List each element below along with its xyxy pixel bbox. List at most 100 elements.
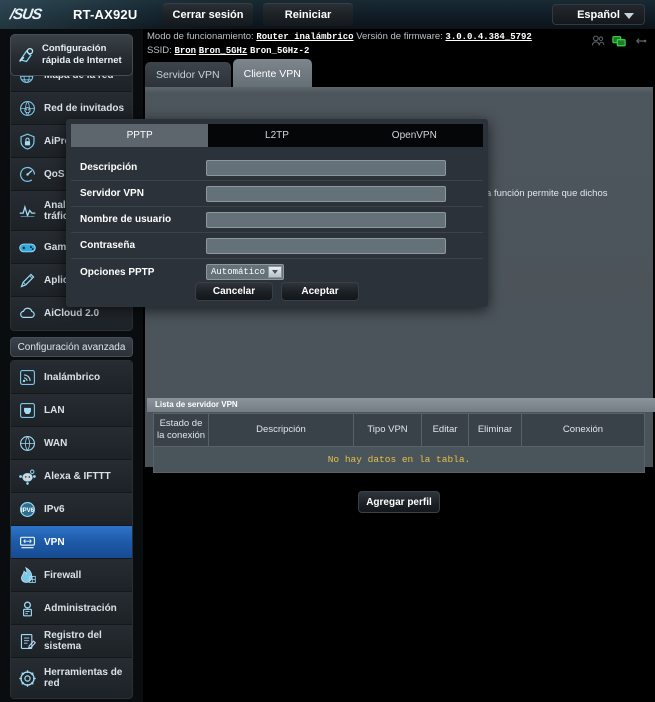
gauge-icon bbox=[20, 166, 36, 182]
firmware-label: Versión de firmware: bbox=[356, 31, 443, 42]
dialog-action-row: Cancelar Aceptar bbox=[66, 282, 488, 301]
form-row-vpn-server: Servidor VPN bbox=[71, 181, 483, 207]
sidebar-item-administration[interactable]: Administración bbox=[11, 592, 132, 625]
label-password: Contraseña bbox=[80, 240, 136, 251]
chevron-down-icon bbox=[624, 13, 634, 19]
network-devices-icon[interactable] bbox=[612, 34, 626, 48]
column-header-vpn-type: Tipo VPN bbox=[354, 414, 422, 446]
guest-network-icon bbox=[20, 100, 35, 116]
operation-mode-label: Modo de funcionamiento: bbox=[147, 31, 254, 42]
sidebar-item-wireless[interactable]: Inalámbrico bbox=[11, 361, 132, 394]
column-header-connection: Conexión bbox=[562, 424, 604, 435]
column-header-description: Descripción bbox=[209, 414, 354, 446]
tab-cliente-vpn[interactable]: Cliente VPN bbox=[232, 59, 312, 88]
sidebar-label: Red de invitados bbox=[44, 102, 125, 114]
info-row-mode: Modo de funcionamiento: Router inalámbri… bbox=[145, 30, 655, 44]
operation-mode-value[interactable]: Router inalámbrico bbox=[256, 32, 353, 42]
sidebar-label: Administración bbox=[44, 602, 117, 614]
vpn-server-list-bar: Lista de servidor VPN bbox=[147, 398, 655, 412]
password-input[interactable] bbox=[206, 237, 446, 254]
modal-tab-l2tp[interactable]: L2TP bbox=[208, 124, 346, 147]
logout-button[interactable]: Cerrar sesión bbox=[163, 3, 253, 26]
sidebar-label: LAN bbox=[44, 404, 65, 416]
label-pptp-options: Opciones PPTP bbox=[80, 266, 155, 278]
pptp-options-select[interactable]: Automático bbox=[206, 264, 284, 280]
svg-text:IPV6: IPV6 bbox=[21, 508, 35, 514]
chevron-down-icon[interactable] bbox=[268, 266, 282, 278]
ssid-value-2[interactable]: Bron_5GHz bbox=[199, 46, 248, 56]
label-vpn-server: Servidor VPN bbox=[80, 188, 144, 199]
usb-apps-icon bbox=[20, 273, 35, 288]
lan-port-icon bbox=[20, 402, 35, 418]
add-profile-button[interactable]: Agregar perfil bbox=[358, 491, 440, 513]
asus-router-admin-ui: /SUS RT-AX92U Cerrar sesión Reiniciar Es… bbox=[0, 0, 655, 702]
usb-icon[interactable] bbox=[633, 34, 647, 48]
table-empty-message: No hay datos en la tabla. bbox=[327, 454, 471, 465]
column-header-connection-state: Estado de la conexión bbox=[154, 414, 209, 446]
column-header-edit: Editar bbox=[422, 414, 469, 446]
sidebar-label: Registro del sistema bbox=[44, 630, 102, 652]
vpn-server-input[interactable] bbox=[206, 185, 446, 202]
label-username: Nombre de usuario bbox=[80, 214, 172, 225]
form-row-username: Nombre de usuario bbox=[71, 207, 483, 233]
sidebar-item-system-log[interactable]: Registro del sistema bbox=[11, 625, 132, 658]
sidebar-label: VPN bbox=[44, 536, 65, 548]
firmware-value[interactable]: 3.0.0.4.384_5792 bbox=[445, 32, 531, 42]
asus-logo: /SUS bbox=[8, 6, 43, 23]
alexa-ifttt-icon bbox=[19, 469, 36, 485]
sidebar-label: AiCloud 2.0 bbox=[44, 308, 100, 319]
ssid-label: SSID: bbox=[147, 45, 172, 56]
modal-tab-openvpn[interactable]: OpenVPN bbox=[345, 124, 483, 147]
pptp-options-value: Automático bbox=[211, 267, 266, 277]
quick-setup-icon bbox=[19, 47, 34, 62]
sidebar-menu-advanced: Inalámbrico LAN WAN Alexa & IFTTT IPV6 I… bbox=[10, 360, 133, 699]
sidebar-item-ipv6[interactable]: IPV6 IPv6 bbox=[11, 493, 132, 526]
sidebar-label: Inalámbrico bbox=[44, 371, 101, 383]
modal-tab-pptp[interactable]: PPTP bbox=[71, 124, 209, 147]
tab-servidor-vpn[interactable]: Servidor VPN bbox=[145, 62, 231, 88]
quick-setup-label: Configuración rápida de Internet bbox=[42, 43, 122, 66]
gamepad-icon bbox=[19, 243, 36, 252]
language-selector[interactable]: Español bbox=[552, 4, 645, 25]
reboot-button[interactable]: Reiniciar bbox=[263, 3, 353, 26]
traffic-analyzer-icon bbox=[19, 204, 36, 218]
add-vpn-profile-dialog: PPTP L2TP OpenVPN Descripción Servidor V… bbox=[66, 119, 488, 307]
quick-internet-setup-button[interactable]: Configuración rápida de Internet bbox=[10, 34, 133, 76]
wifi-icon bbox=[20, 369, 35, 385]
router-model-label: RT-AX92U bbox=[73, 7, 138, 22]
cancel-button[interactable]: Cancelar bbox=[195, 282, 273, 301]
ssid-value-1[interactable]: Bron bbox=[174, 46, 196, 56]
sidebar-item-firewall[interactable]: Firewall bbox=[11, 559, 132, 592]
network-tools-icon bbox=[19, 669, 36, 687]
label-description: Descripción bbox=[80, 162, 138, 173]
system-log-icon bbox=[20, 633, 36, 649]
router-info-strip: Modo de funcionamiento: Router inalámbri… bbox=[145, 30, 655, 58]
description-input[interactable] bbox=[206, 159, 446, 176]
column-header-delete: Eliminar bbox=[469, 414, 522, 446]
administration-gear-icon bbox=[23, 601, 32, 616]
vpn-icon bbox=[19, 536, 36, 548]
sidebar-label: Firewall bbox=[44, 569, 82, 581]
vpn-profile-table: Estado de la conexión Descripción Tipo V… bbox=[153, 413, 645, 473]
sidebar-item-lan[interactable]: LAN bbox=[11, 394, 132, 427]
sidebar-label: IPv6 bbox=[44, 503, 65, 515]
sidebar-item-alexa-ifttt[interactable]: Alexa & IFTTT bbox=[11, 460, 132, 493]
accept-button[interactable]: Aceptar bbox=[281, 282, 359, 301]
sidebar-label: Alexa & IFTTT bbox=[44, 470, 111, 482]
sidebar-label: Herramientas de red bbox=[44, 667, 123, 689]
globe-icon bbox=[20, 435, 35, 451]
vpn-tab-row: Servidor VPN Cliente VPN bbox=[145, 58, 314, 88]
top-bar: /SUS RT-AX92U Cerrar sesión Reiniciar Es… bbox=[0, 0, 655, 29]
username-input[interactable] bbox=[206, 211, 446, 228]
sidebar-item-wan[interactable]: WAN bbox=[11, 427, 132, 460]
clients-icon[interactable] bbox=[591, 34, 605, 48]
sidebar-item-vpn[interactable]: VPN bbox=[11, 526, 132, 559]
table-header-row: Estado de la conexión Descripción Tipo V… bbox=[153, 413, 645, 446]
form-row-description: Descripción bbox=[71, 155, 483, 181]
pptp-form: Descripción Servidor VPN Nombre de usuar… bbox=[71, 155, 483, 285]
sidebar-section-advanced: Configuración avanzada bbox=[10, 337, 133, 357]
sidebar-item-network-tools[interactable]: Herramientas de red bbox=[11, 658, 132, 698]
status-icon-group bbox=[591, 34, 647, 48]
table-body: No hay datos en la tabla. bbox=[153, 446, 645, 473]
ipv6-icon: IPV6 bbox=[20, 501, 35, 517]
